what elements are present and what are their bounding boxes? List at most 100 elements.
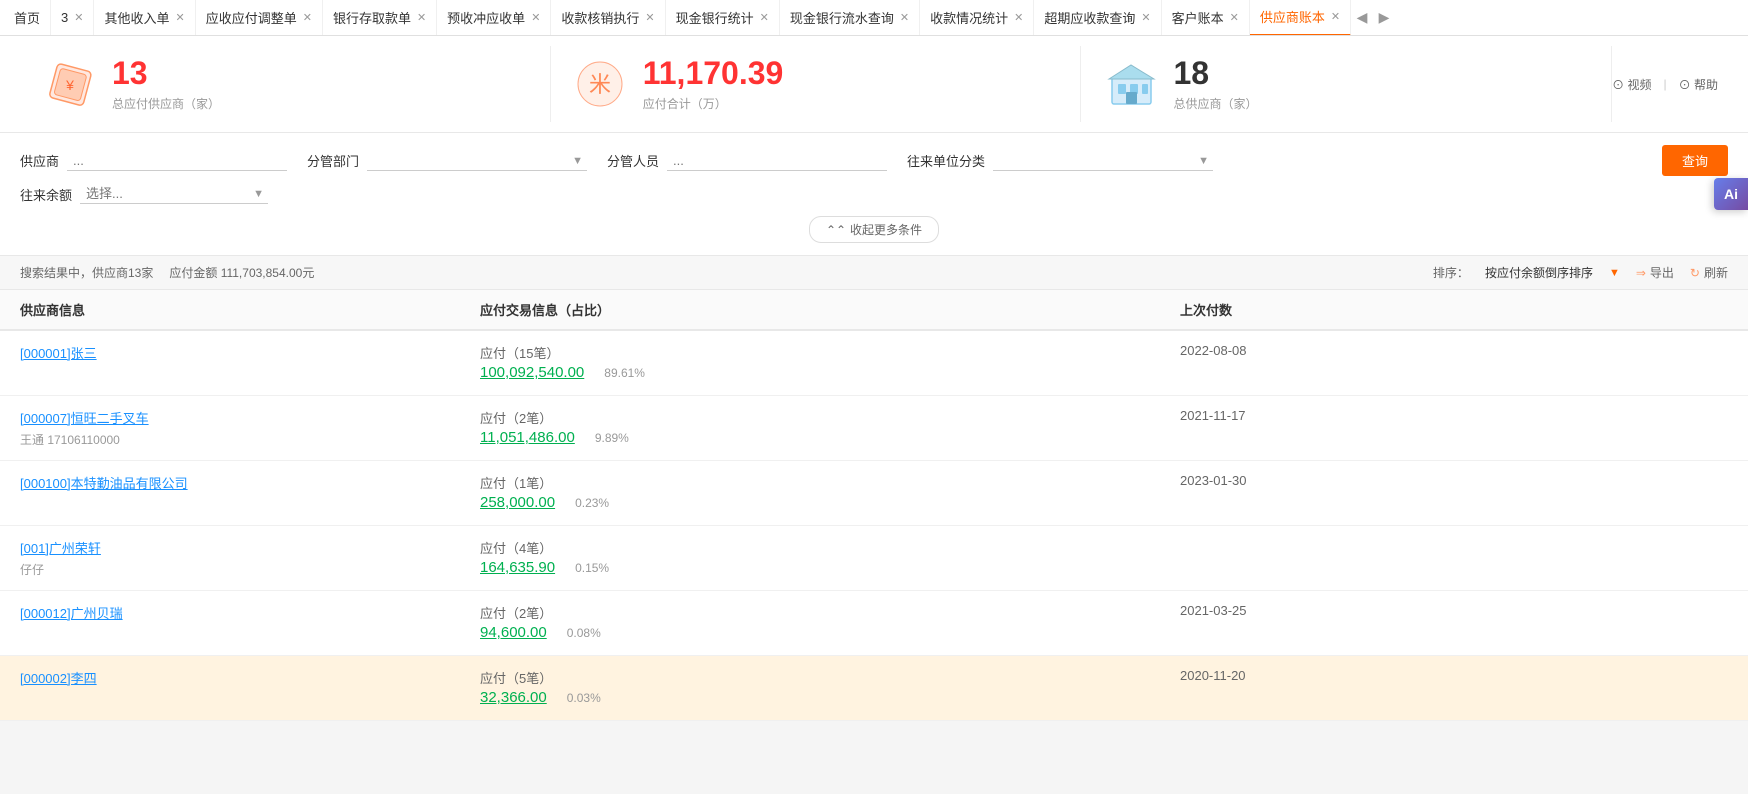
trans-percent: 9.89% — [595, 431, 629, 445]
trans-amount[interactable]: 100,092,540.00 — [480, 364, 584, 381]
trans-percent: 0.03% — [567, 691, 601, 705]
table-row[interactable]: [000001]张三 应付（15笔） 100,092,540.00 89.61%… — [0, 331, 1748, 396]
summary-card-total-suppliers: 18 总供应商（家） — [1081, 46, 1612, 122]
nav-collection[interactable]: 收款核销执行 ✕ — [551, 0, 665, 36]
trans-percent: 0.08% — [567, 626, 601, 640]
trans-percent: 0.23% — [575, 496, 609, 510]
person-input[interactable] — [667, 151, 887, 171]
supplier-contact: 仔仔 — [20, 561, 480, 578]
transaction-info: 应付（15笔） 100,092,540.00 89.61% — [480, 343, 1180, 383]
close-icon[interactable]: ✕ — [531, 11, 540, 24]
balance-label: 往来余额 — [20, 185, 72, 204]
balance-input[interactable] — [80, 184, 268, 204]
supplier-name[interactable]: [000012]广州贝瑞 — [20, 603, 480, 622]
store-icon — [1101, 54, 1161, 114]
filter-row-2: 往来余额 ▼ — [20, 184, 1728, 204]
table-row[interactable]: [000007]恒旺二手叉车 王通 17106110000 应付（2笔） 11,… — [0, 396, 1748, 461]
transaction-info: 应付（1笔） 258,000.00 0.23% — [480, 473, 1180, 513]
nav-cash-flow[interactable]: 现金银行流水查询 ✕ — [780, 0, 920, 36]
trans-amount[interactable]: 258,000.00 — [480, 494, 555, 511]
sort-label: 排序： — [1433, 264, 1469, 281]
category-input[interactable] — [993, 151, 1213, 171]
nav-cash-bank-stat[interactable]: 现金银行统计 ✕ — [666, 0, 780, 36]
result-amount: 应付金额 111,703,854.00元 — [169, 264, 314, 281]
nav-other-income[interactable]: 其他收入单 ✕ — [94, 0, 195, 36]
nav-customer-account[interactable]: 客户账本 ✕ — [1162, 0, 1250, 36]
nav-adjust[interactable]: 应收应付调整单 ✕ — [196, 0, 323, 36]
trans-amount[interactable]: 164,635.90 — [480, 559, 555, 576]
filter-person: 分管人员 — [607, 151, 887, 171]
export-button[interactable]: ⇒ 导出 — [1636, 264, 1674, 281]
trans-amount[interactable]: 94,600.00 — [480, 624, 547, 641]
wheat-icon: 米 — [571, 54, 631, 114]
close-icon[interactable]: ✕ — [1230, 11, 1239, 24]
nav-home[interactable]: 首页 — [4, 0, 51, 36]
supplier-name[interactable]: [000002]李四 — [20, 668, 480, 687]
nav-next-arrow[interactable]: ▶ — [1373, 0, 1395, 36]
result-count: 搜索结果中，供应商13家 — [20, 264, 153, 281]
result-summary: 搜索结果中，供应商13家 应付金额 111,703,854.00元 — [20, 264, 314, 281]
trans-label: 应付（2笔） — [480, 603, 1180, 622]
query-button[interactable]: 查询 — [1662, 145, 1728, 176]
close-icon[interactable]: ✕ — [900, 11, 909, 24]
svg-text:米: 米 — [589, 72, 611, 97]
department-input[interactable] — [367, 151, 587, 171]
refresh-button[interactable]: ↻ 刷新 — [1690, 264, 1728, 281]
video-link[interactable]: ⊙ 视频 — [1612, 76, 1651, 93]
nav-bank[interactable]: 银行存取款单 ✕ — [323, 0, 437, 36]
total-payable-number: 11,170.39 — [643, 56, 784, 91]
trans-percent: 89.61% — [604, 366, 645, 380]
trans-label: 应付（4笔） — [480, 538, 1180, 557]
last-pay-date: 2023-01-30 — [1180, 473, 1728, 488]
nav-supplier-account[interactable]: 供应商账本 ✕ — [1250, 0, 1351, 36]
nav-overdue[interactable]: 超期应收款查询 ✕ — [1034, 0, 1161, 36]
trans-amount[interactable]: 32,366.00 — [480, 689, 547, 706]
result-actions: 排序： 按应付余额倒序排序 ▼ ⇒ 导出 ↻ 刷新 — [1433, 264, 1728, 281]
close-icon[interactable]: ✕ — [1331, 10, 1340, 23]
nav-prev-arrow[interactable]: ◀ — [1351, 0, 1373, 36]
table-row[interactable]: [001]广州荣轩 仔仔 应付（4笔） 164,635.90 0.15% — [0, 526, 1748, 591]
top-right-links: ⊙ 视频 | ⊙ 帮助 — [1612, 76, 1728, 93]
transaction-info: 应付（2笔） 11,051,486.00 9.89% — [480, 408, 1180, 448]
trans-amount[interactable]: 11,051,486.00 — [480, 429, 575, 446]
table-header: 供应商信息 应付交易信息（占比） 上次付数 — [0, 290, 1748, 331]
help-link[interactable]: ⊙ 帮助 — [1679, 76, 1718, 93]
sort-select[interactable]: 按应付余额倒序排序 — [1485, 264, 1593, 281]
ai-button[interactable]: Ai — [1714, 178, 1748, 210]
total-payable-label: 应付合计（万） — [643, 95, 784, 112]
card-info-total-payable: 11,170.39 应付合计（万） — [643, 56, 784, 112]
table-row[interactable]: [000012]广州贝瑞 应付（2笔） 94,600.00 0.08% 2021… — [0, 591, 1748, 656]
close-icon[interactable]: ✕ — [1014, 11, 1023, 24]
filter-area: 供应商 分管部门 ▼ 分管人员 往来单位分类 ▼ 查询 往来余额 — [0, 133, 1748, 256]
collapse-button[interactable]: ⌃⌃ 收起更多条件 — [809, 216, 939, 243]
close-icon[interactable]: ✕ — [1141, 11, 1150, 24]
transaction-info: 应付（5笔） 32,366.00 0.03% — [480, 668, 1180, 708]
close-icon[interactable]: ✕ — [175, 11, 184, 24]
export-icon: ⇒ — [1636, 266, 1646, 280]
department-select-wrapper: ▼ — [367, 151, 587, 171]
nav-prepay[interactable]: 预收冲应收单 ✕ — [437, 0, 551, 36]
filter-balance: 往来余额 ▼ — [20, 184, 268, 204]
transaction-info: 应付（4笔） 164,635.90 0.15% — [480, 538, 1180, 578]
supplier-input[interactable] — [67, 151, 287, 171]
close-icon[interactable]: ✕ — [417, 11, 426, 24]
svg-text:¥: ¥ — [65, 77, 74, 93]
table-row[interactable]: [000002]李四 应付（5笔） 32,366.00 0.03% 2020-1… — [0, 656, 1748, 721]
supplier-name[interactable]: [000007]恒旺二手叉车 — [20, 408, 480, 427]
close-icon[interactable]: ✕ — [760, 11, 769, 24]
filter-department: 分管部门 ▼ — [307, 151, 587, 171]
supplier-name[interactable]: [000100]本特勤油品有限公司 — [20, 473, 480, 492]
supplier-contact: 王通 17106110000 — [20, 431, 480, 448]
supplier-name[interactable]: [001]广州荣轩 — [20, 538, 480, 557]
diamond-icon: ¥ — [40, 54, 100, 114]
sort-chevron-icon[interactable]: ▼ — [1609, 267, 1620, 279]
table-row[interactable]: [000100]本特勤油品有限公司 应付（1笔） 258,000.00 0.23… — [0, 461, 1748, 526]
nav-3[interactable]: 3 ✕ — [51, 0, 94, 36]
total-suppliers-number: 18 — [1173, 56, 1257, 91]
nav-collection-stat[interactable]: 收款情况统计 ✕ — [920, 0, 1034, 36]
close-icon[interactable]: ✕ — [74, 11, 83, 24]
supplier-name[interactable]: [000001]张三 — [20, 343, 480, 362]
close-icon[interactable]: ✕ — [645, 11, 654, 24]
close-icon[interactable]: ✕ — [303, 11, 312, 24]
top-nav: 首页 3 ✕ 其他收入单 ✕ 应收应付调整单 ✕ 银行存取款单 ✕ 预收冲应收单… — [0, 0, 1748, 36]
